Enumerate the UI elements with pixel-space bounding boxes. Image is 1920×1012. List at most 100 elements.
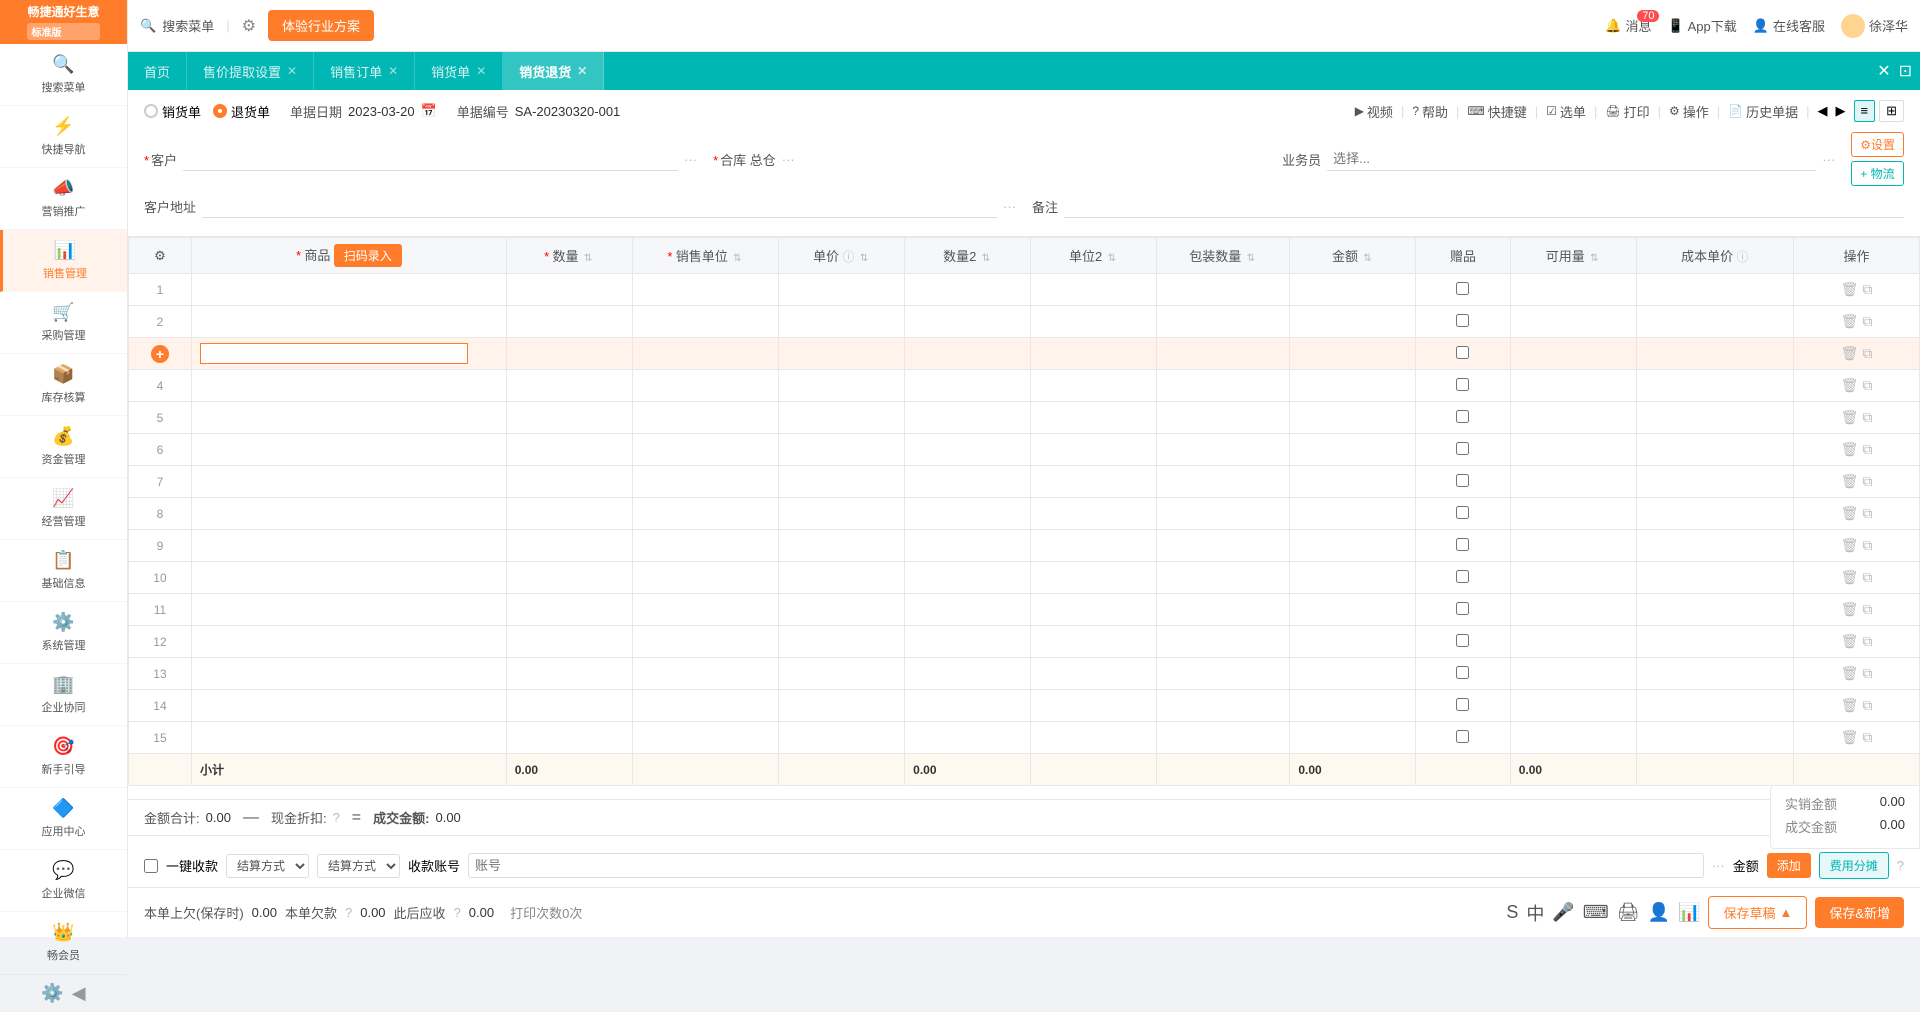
pkgqty-cell[interactable] [1156, 338, 1289, 370]
delete-icon[interactable]: 🗑 [1841, 665, 1859, 682]
salesperson-input[interactable] [1327, 147, 1816, 171]
avail-cell[interactable] [1510, 338, 1636, 370]
tool-chart-icon[interactable]: 📊 [1678, 902, 1700, 923]
unit-cell[interactable] [632, 338, 779, 370]
single-debt-question[interactable]: ? [345, 905, 352, 920]
radio-return-bill[interactable]: 退货单 [213, 102, 270, 121]
gift-cell[interactable] [1416, 306, 1510, 338]
close-icon[interactable]: ✕ [476, 64, 486, 78]
add-row-button[interactable]: + [151, 345, 169, 363]
tool-print-icon[interactable]: 🖨 [1617, 902, 1640, 923]
sidebar-item-ops[interactable]: 📈 经营管理 [0, 478, 127, 540]
sort-icon[interactable]: ⇅ [1247, 253, 1255, 264]
tab-home[interactable]: 首页 [128, 52, 187, 90]
delete-icon[interactable]: 🗑 [1841, 313, 1859, 330]
message-button[interactable]: 🔔 消息 70 [1605, 16, 1651, 35]
collapse-icon[interactable]: ◀ [72, 983, 86, 1004]
delete-icon[interactable]: 🗑 [1841, 345, 1859, 362]
experience-button[interactable]: 体验行业方案 [268, 10, 374, 41]
copy-icon[interactable]: ⧉ [1862, 601, 1872, 618]
delete-icon[interactable]: 🗑 [1841, 633, 1859, 650]
settings-button[interactable]: ⚙设置 [1851, 132, 1904, 157]
close-tab-icon[interactable]: ✕ [1877, 61, 1890, 81]
delete-icon[interactable]: 🗑 [1841, 377, 1859, 394]
delete-icon[interactable]: 🗑 [1841, 601, 1859, 618]
copy-icon[interactable]: ⧉ [1862, 505, 1872, 522]
settings-icon[interactable]: ⚙ [242, 16, 256, 36]
sidebar-item-purchase-mgmt[interactable]: 🛒 采购管理 [0, 292, 127, 354]
copy-icon[interactable]: ⧉ [1862, 633, 1872, 650]
history-link[interactable]: 📄 历史单据 [1728, 102, 1798, 121]
gift-checkbox[interactable] [1456, 602, 1469, 615]
gift-checkbox[interactable] [1456, 474, 1469, 487]
gift-checkbox[interactable] [1456, 538, 1469, 551]
sidebar-item-enterprise-wechat[interactable]: 💬 企业微信 [0, 850, 127, 912]
amount-cell[interactable] [1290, 306, 1416, 338]
sort-icon[interactable]: ⇅ [982, 253, 990, 264]
goods-cell[interactable] [191, 306, 506, 338]
costprice-cell[interactable] [1636, 306, 1793, 338]
maximize-icon[interactable]: ⊡ [1899, 61, 1912, 81]
tab-sales-return[interactable]: 销货退货 ✕ [503, 52, 604, 90]
costprice-cell[interactable] [1636, 274, 1793, 306]
delete-icon[interactable]: 🗑 [1841, 505, 1859, 522]
gift-checkbox[interactable] [1456, 410, 1469, 423]
tool-zh-icon[interactable]: 中 [1526, 900, 1544, 926]
sort-icon[interactable]: ⇅ [860, 253, 868, 264]
salesperson-dots[interactable]: ··· [1822, 152, 1835, 167]
sort-icon[interactable]: ⇅ [584, 253, 592, 264]
gift-checkbox[interactable] [1456, 634, 1469, 647]
sidebar-item-sales-mgmt[interactable]: 📊 销售管理 [0, 230, 127, 292]
copy-icon[interactable]: ⧉ [1862, 409, 1872, 426]
unit-cell[interactable] [632, 306, 779, 338]
video-link[interactable]: ▶ 视频 [1355, 102, 1393, 121]
ops-link[interactable]: ⚙ 操作 [1669, 102, 1709, 121]
sidebar-item-inventory[interactable]: 📦 库存核算 [0, 354, 127, 416]
search-menu-button[interactable]: 🔍 搜索菜单 [140, 16, 214, 35]
delete-icon[interactable]: 🗑 [1841, 569, 1859, 586]
online-service-button[interactable]: 👤 在线客服 [1753, 16, 1825, 35]
view-list-btn[interactable]: ≡ [1854, 100, 1876, 122]
date-value[interactable]: 2023-03-20 [348, 104, 415, 119]
sidebar-item-app-center[interactable]: 🔷 应用中心 [0, 788, 127, 850]
gift-checkbox[interactable] [1456, 346, 1469, 359]
goods-input[interactable] [200, 343, 468, 364]
tab-sales-bill[interactable]: 销货单 ✕ [415, 52, 503, 90]
copy-icon[interactable]: ⧉ [1862, 665, 1872, 682]
tab-price-extract[interactable]: 售价提取设置 ✕ [187, 52, 314, 90]
column-settings-icon[interactable]: ⚙ [154, 248, 166, 263]
tool-person-icon[interactable]: 👤 [1648, 902, 1670, 923]
price-cell[interactable] [779, 338, 905, 370]
goods-cell[interactable] [191, 338, 506, 370]
info-icon[interactable]: ⓘ [843, 250, 855, 264]
question-icon[interactable]: ? [333, 810, 340, 825]
sidebar-item-search-menu[interactable]: 🔍 搜索菜单 [0, 44, 127, 106]
radio-sales-bill[interactable]: 销货单 [144, 102, 201, 121]
gift-checkbox[interactable] [1456, 570, 1469, 583]
unit2-cell[interactable] [1031, 274, 1157, 306]
close-icon[interactable]: ✕ [388, 64, 398, 78]
gift-checkbox[interactable] [1456, 666, 1469, 679]
gift-checkbox[interactable] [1456, 442, 1469, 455]
th-settings[interactable]: ⚙ [129, 238, 192, 274]
delete-icon[interactable]: 🗑 [1841, 281, 1859, 298]
nav-next-icon[interactable]: ▶ [1836, 103, 1846, 119]
tab-sales-order[interactable]: 销售订单 ✕ [314, 52, 415, 90]
save-new-button[interactable]: 保存&新增 [1815, 897, 1904, 928]
pkgqty-cell[interactable] [1156, 306, 1289, 338]
gift-checkbox[interactable] [1456, 282, 1469, 295]
account-input[interactable] [468, 853, 1704, 878]
gift-checkbox[interactable] [1456, 506, 1469, 519]
settings-bottom-icon[interactable]: ⚙️ [41, 983, 63, 1004]
gift-checkbox[interactable] [1456, 378, 1469, 391]
calc-method-select[interactable]: 结算方式 [317, 854, 400, 878]
sidebar-item-marketing[interactable]: 📣 营销推广 [0, 168, 127, 230]
close-icon[interactable]: ✕ [287, 64, 297, 78]
sort-icon[interactable]: ⇅ [1590, 253, 1598, 264]
qty-cell[interactable] [506, 338, 632, 370]
copy-icon[interactable]: ⧉ [1862, 729, 1872, 746]
tool-s-icon[interactable]: S [1506, 902, 1518, 923]
copy-icon[interactable]: ⧉ [1862, 697, 1872, 714]
settlement-select[interactable]: 结算方式 [226, 854, 309, 878]
question-icon[interactable]: ? [1897, 858, 1904, 873]
